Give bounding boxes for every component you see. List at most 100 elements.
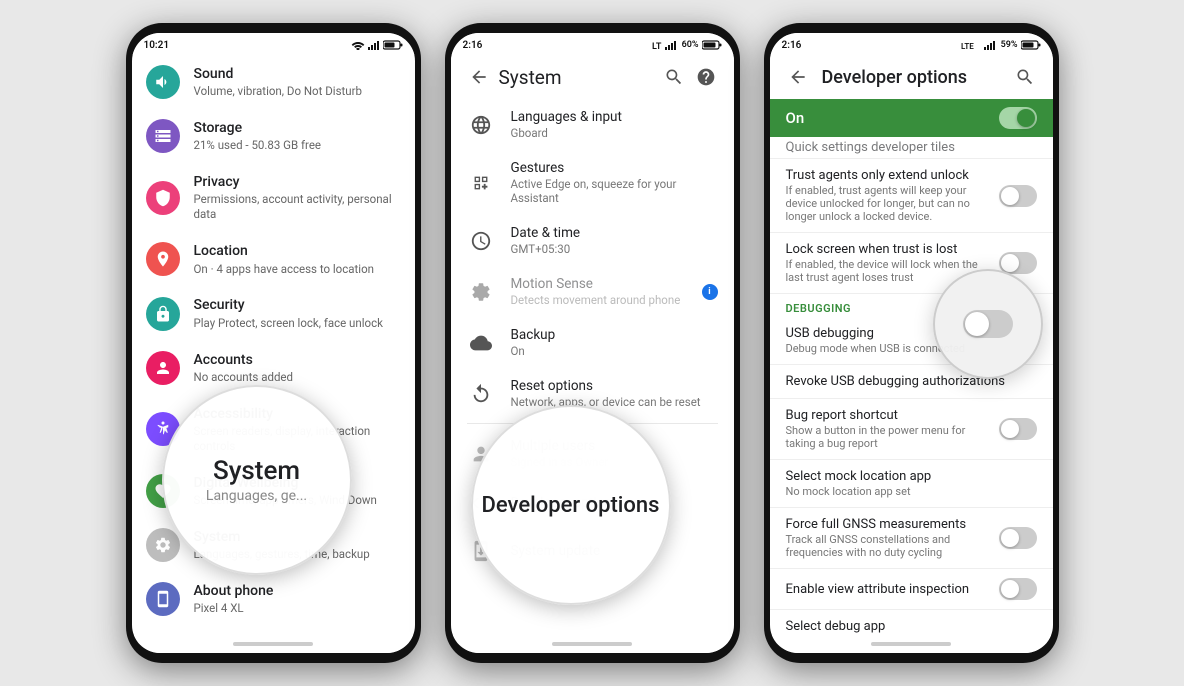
- usb-toggle-magnified[interactable]: [963, 310, 1013, 338]
- accounts-text: Accounts No accounts added: [194, 351, 401, 385]
- settings-item-tips[interactable]: Tips & support Help articles, phone & ch…: [132, 626, 415, 635]
- viewattr-title: Enable view attribute inspection: [786, 582, 991, 597]
- cloud-icon: [467, 329, 495, 357]
- signal-icon: [368, 40, 380, 50]
- dev-on-bar[interactable]: On: [770, 99, 1053, 137]
- magnifier-title: System: [213, 456, 300, 486]
- settings-item-storage[interactable]: Storage 21% used - 50.83 GB free: [132, 109, 415, 163]
- about-subtitle: Pixel 4 XL: [194, 601, 401, 616]
- trust-toggle[interactable]: [999, 185, 1037, 207]
- status-time-2: 2:16: [463, 40, 483, 51]
- signal-bars-3: [984, 40, 998, 50]
- search-button-3[interactable]: [1009, 61, 1041, 93]
- lockscreen-toggle-thumb: [1001, 254, 1019, 272]
- toggle-thumb: [1017, 109, 1035, 127]
- globe-icon: [467, 111, 495, 139]
- about-icon: [146, 582, 180, 616]
- location-title: Location: [194, 242, 401, 260]
- motion-icon: [467, 278, 495, 306]
- sound-subtitle: Volume, vibration, Do Not Disturb: [194, 84, 401, 99]
- languages-sub: Gboard: [511, 126, 718, 140]
- location-subtitle: On · 4 apps have access to location: [194, 262, 401, 277]
- dev-item-viewattr[interactable]: Enable view attribute inspection: [770, 569, 1053, 609]
- clock-icon: [467, 227, 495, 255]
- reset-sub: Network, apps, or device can be reset: [511, 395, 718, 409]
- magnifier-subtitle: Languages, ge...: [206, 488, 307, 504]
- status-right-3: LTE 59%: [961, 40, 1041, 50]
- back-button-2[interactable]: [463, 61, 495, 93]
- viewattr-text: Enable view attribute inspection: [786, 582, 991, 597]
- phone-3-status-bar: 2:16 LTE 59%: [770, 33, 1053, 55]
- phone-1-status-bar: 10:21: [132, 33, 415, 55]
- settings-item-about[interactable]: About phone Pixel 4 XL: [132, 572, 415, 626]
- phone-2-settings-list: Languages & input Gboard Gestures Active…: [451, 99, 734, 635]
- gnss-row: Force full GNSS measurements Track all G…: [786, 517, 1037, 559]
- dev-item-gnss[interactable]: Force full GNSS measurements Track all G…: [770, 508, 1053, 568]
- settings-item-location[interactable]: Location On · 4 apps have access to loca…: [132, 232, 415, 286]
- dev-item-mock[interactable]: Select mock location app No mock locatio…: [770, 460, 1053, 507]
- trust-title: Trust agents only extend unlock: [786, 168, 991, 183]
- bottom-bar-3: [770, 635, 1053, 653]
- phone-1-settings-list: Sound Volume, vibration, Do Not Disturb …: [132, 55, 415, 635]
- sys-item-datetime[interactable]: Date & time GMT+05:30: [451, 215, 734, 266]
- gesture-icon: [467, 169, 495, 197]
- bugreport-sub: Show a button in the power menu for taki…: [786, 424, 991, 450]
- lte-text-3: LTE: [961, 40, 981, 50]
- phone-1-screen: 10:21 Sound Volume, vibration, Do Not D: [132, 33, 415, 653]
- bugreport-row: Bug report shortcut Show a button in the…: [786, 408, 1037, 450]
- help-button-2[interactable]: [690, 61, 722, 93]
- privacy-icon: [146, 181, 180, 215]
- battery-text-3: 59%: [1001, 40, 1018, 50]
- location-icon: [146, 242, 180, 276]
- settings-item-security[interactable]: Security Play Protect, screen lock, face…: [132, 286, 415, 340]
- about-title: About phone: [194, 582, 401, 600]
- storage-title: Storage: [194, 119, 401, 137]
- status-right-2: LTE 60%: [652, 40, 722, 50]
- gnss-toggle[interactable]: [999, 527, 1037, 549]
- mock-title: Select mock location app: [786, 469, 1037, 484]
- dev-item-quicksettings[interactable]: Quick settings developer tiles: [770, 137, 1053, 158]
- dev-on-toggle[interactable]: [999, 107, 1037, 129]
- sys-item-motion[interactable]: Motion Sense Detects movement around pho…: [451, 266, 734, 317]
- wifi-icon: [351, 40, 365, 50]
- viewattr-toggle[interactable]: [999, 578, 1037, 600]
- gnss-text: Force full GNSS measurements Track all G…: [786, 517, 991, 559]
- svg-text:LTE: LTE: [652, 42, 662, 50]
- system-screen-title: System: [499, 66, 658, 89]
- sys-item-gestures[interactable]: Gestures Active Edge on, squeeze for you…: [451, 150, 734, 215]
- reset-text: Reset options Network, apps, or device c…: [511, 378, 718, 409]
- bottom-bar-1: [132, 635, 415, 653]
- settings-item-privacy[interactable]: Privacy Permissions, account activity, p…: [132, 163, 415, 232]
- security-icon: [146, 297, 180, 331]
- magnifier-system: System Languages, ge...: [162, 385, 352, 575]
- status-time-3: 2:16: [782, 40, 802, 51]
- datetime-title: Date & time: [511, 225, 718, 241]
- motion-text: Motion Sense Detects movement around pho…: [511, 276, 686, 307]
- back-button-3[interactable]: [782, 61, 814, 93]
- privacy-text: Privacy Permissions, account activity, p…: [194, 173, 401, 222]
- backup-sub: On: [511, 344, 718, 358]
- phone-3-app-bar: Developer options: [770, 55, 1053, 99]
- settings-item-sound[interactable]: Sound Volume, vibration, Do Not Disturb: [132, 55, 415, 109]
- debugapp-title: Select debug app: [786, 619, 1037, 634]
- dev-item-trust[interactable]: Trust agents only extend unlock If enabl…: [770, 159, 1053, 232]
- reset-icon: [467, 380, 495, 408]
- gnss-toggle-thumb: [1001, 529, 1019, 547]
- viewattr-row: Enable view attribute inspection: [786, 578, 1037, 600]
- dev-item-debugapp[interactable]: Select debug app: [770, 610, 1053, 635]
- phones-container: 10:21 Sound Volume, vibration, Do Not D: [0, 0, 1184, 686]
- security-title: Security: [194, 296, 401, 314]
- datetime-sub: GMT+05:30: [511, 242, 718, 256]
- magnifier-developer: Developer options: [471, 405, 671, 605]
- about-text: About phone Pixel 4 XL: [194, 582, 401, 616]
- search-button-2[interactable]: [658, 61, 690, 93]
- languages-title: Languages & input: [511, 109, 718, 125]
- security-subtitle: Play Protect, screen lock, face unlock: [194, 316, 401, 331]
- datetime-text: Date & time GMT+05:30: [511, 225, 718, 256]
- sys-item-languages[interactable]: Languages & input Gboard: [451, 99, 734, 150]
- bugreport-toggle[interactable]: [999, 418, 1037, 440]
- sys-item-backup[interactable]: Backup On: [451, 317, 734, 368]
- phone-2: 2:16 LTE 60% System: [445, 23, 740, 663]
- dev-item-bugreport[interactable]: Bug report shortcut Show a button in the…: [770, 399, 1053, 459]
- trust-row: Trust agents only extend unlock If enabl…: [786, 168, 1037, 223]
